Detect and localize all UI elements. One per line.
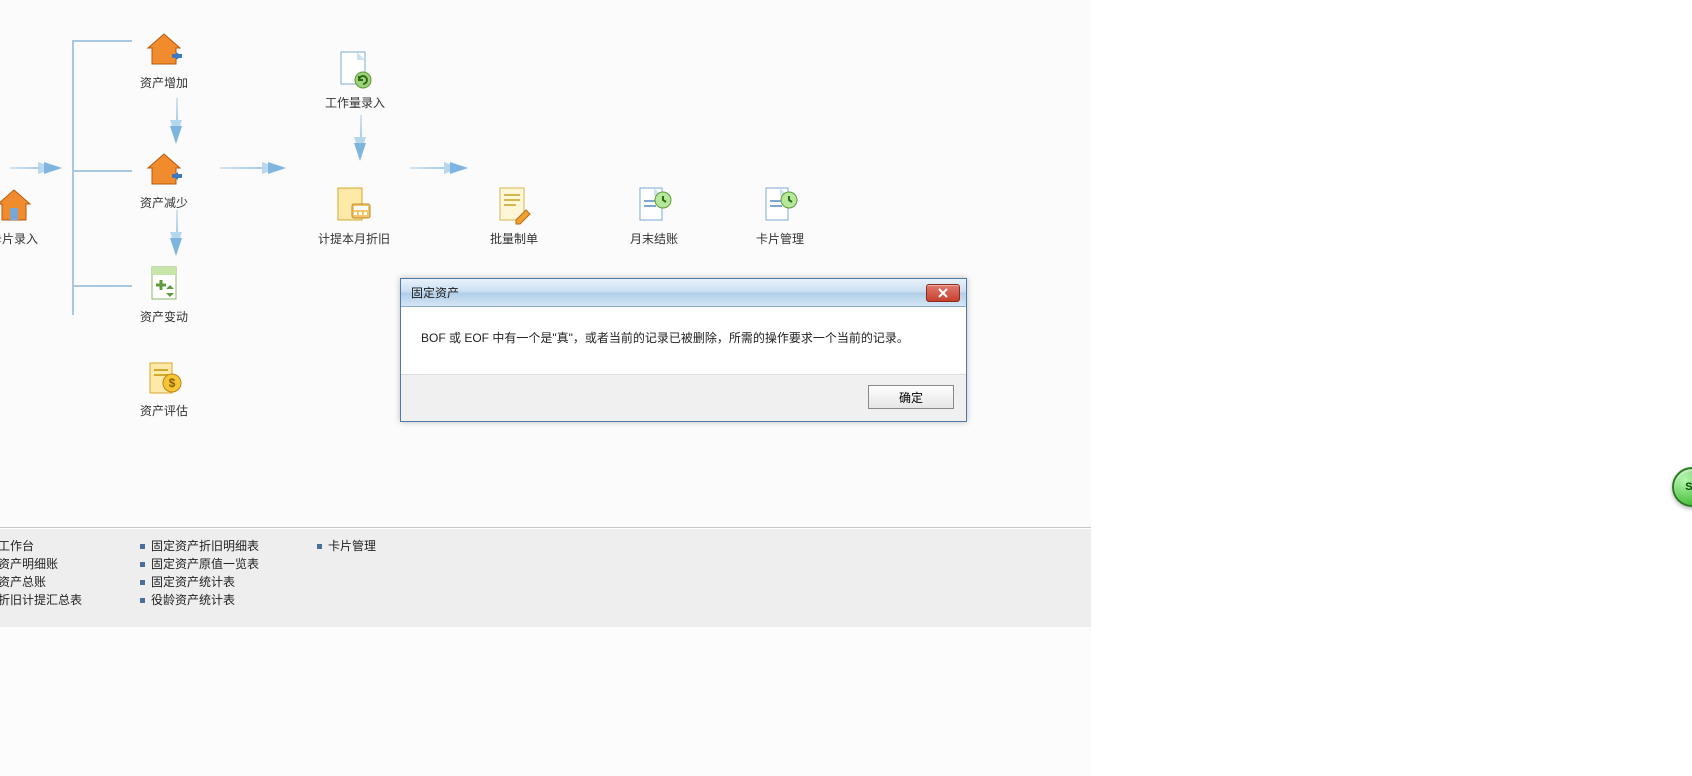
node-label: 资产减少 <box>140 194 188 211</box>
node-label: 批量制单 <box>490 230 538 247</box>
document-clock-icon <box>756 186 804 226</box>
dialog-body: BOF 或 EOF 中有一个是"真"，或者当前的记录已被删除，所需的操作要求一个… <box>401 307 966 374</box>
home-icon <box>0 186 38 226</box>
dialog-message: BOF 或 EOF 中有一个是"真"，或者当前的记录已被删除，所需的操作要求一个… <box>421 331 909 345</box>
arrow-down-icon <box>170 238 182 256</box>
close-icon <box>937 288 949 298</box>
svg-text:$: $ <box>169 376 176 390</box>
error-dialog: 固定资产 BOF 或 EOF 中有一个是"真"，或者当前的记录已被删除，所需的操… <box>400 278 967 422</box>
link-item[interactable]: 折旧计提汇总表 <box>0 592 82 608</box>
node-label: 工作量录入 <box>325 94 385 111</box>
connector <box>176 98 178 128</box>
node-month-close[interactable]: 月末结账 <box>630 186 678 247</box>
arrow-right-icon <box>44 162 62 174</box>
home-reduce-icon <box>140 150 188 190</box>
badge-text: Se <box>1685 481 1692 493</box>
document-calc-icon <box>330 186 378 226</box>
right-blank-area <box>1091 0 1692 776</box>
link-item[interactable]: 工作台 <box>0 538 82 554</box>
link-item[interactable]: 役龄资产统计表 <box>140 592 259 608</box>
arrow-down-icon <box>354 143 366 161</box>
link-item[interactable]: 固定资产原值一览表 <box>140 556 259 572</box>
node-batch-voucher[interactable]: 批量制单 <box>490 186 538 247</box>
node-asset-reduce[interactable]: 资产减少 <box>140 150 188 211</box>
link-item[interactable]: 资产总账 <box>0 574 82 590</box>
document-coin-icon: $ <box>140 358 188 398</box>
connector <box>360 115 362 145</box>
node-card-entry[interactable]: 卡片录入 <box>0 186 38 247</box>
document-clock-icon <box>630 186 678 226</box>
close-button[interactable] <box>926 284 960 302</box>
node-label: 计提本月折旧 <box>318 230 390 247</box>
connector <box>72 170 132 172</box>
link-item[interactable]: 固定资产统计表 <box>140 574 259 590</box>
link-item[interactable]: 卡片管理 <box>317 538 376 554</box>
connector <box>72 40 132 42</box>
bullet-icon <box>140 580 145 585</box>
link-item[interactable]: 固定资产折旧明细表 <box>140 538 259 554</box>
bullet-icon <box>140 562 145 567</box>
arrow-down-icon <box>170 126 182 144</box>
home-add-icon <box>140 30 188 70</box>
connector <box>410 167 452 169</box>
bottom-link-panel: 工作台 资产明细账 资产总账 折旧计提汇总表 固定资产折旧明细表 固定资产原值一… <box>0 527 1091 627</box>
link-item[interactable]: 资产明细账 <box>0 556 82 572</box>
document-change-icon <box>140 264 188 304</box>
bullet-icon <box>140 598 145 603</box>
node-asset-eval[interactable]: $ 资产评估 <box>140 358 188 419</box>
node-asset-add[interactable]: 资产增加 <box>140 30 188 91</box>
dialog-title-text: 固定资产 <box>411 284 459 301</box>
dialog-footer: 确定 <box>401 374 966 421</box>
connector <box>10 167 46 169</box>
arrow-right-icon <box>268 162 286 174</box>
workflow-canvas: 卡片录入 资产增加 资产减少 资产变动 $ 资产评估 工作量录入 <box>0 0 1091 527</box>
dialog-titlebar[interactable]: 固定资产 <box>401 279 966 307</box>
node-label: 月末结账 <box>630 230 678 247</box>
connector <box>176 210 178 240</box>
node-label: 资产变动 <box>140 308 188 325</box>
document-refresh-icon <box>331 50 379 90</box>
connector <box>72 285 132 287</box>
node-work-entry[interactable]: 工作量录入 <box>325 50 385 111</box>
ok-button[interactable]: 确定 <box>868 385 954 409</box>
arrow-right-icon <box>450 162 468 174</box>
connector <box>220 167 270 169</box>
node-label: 资产增加 <box>140 74 188 91</box>
bullet-icon <box>317 544 322 549</box>
node-label: 资产评估 <box>140 402 188 419</box>
node-depreciation[interactable]: 计提本月折旧 <box>318 186 390 247</box>
node-label: 卡片录入 <box>0 230 38 247</box>
node-card-manage[interactable]: 卡片管理 <box>756 186 804 247</box>
bullet-icon <box>140 544 145 549</box>
node-asset-change[interactable]: 资产变动 <box>140 264 188 325</box>
connector <box>72 40 74 315</box>
node-label: 卡片管理 <box>756 230 804 247</box>
document-edit-icon <box>490 186 538 226</box>
